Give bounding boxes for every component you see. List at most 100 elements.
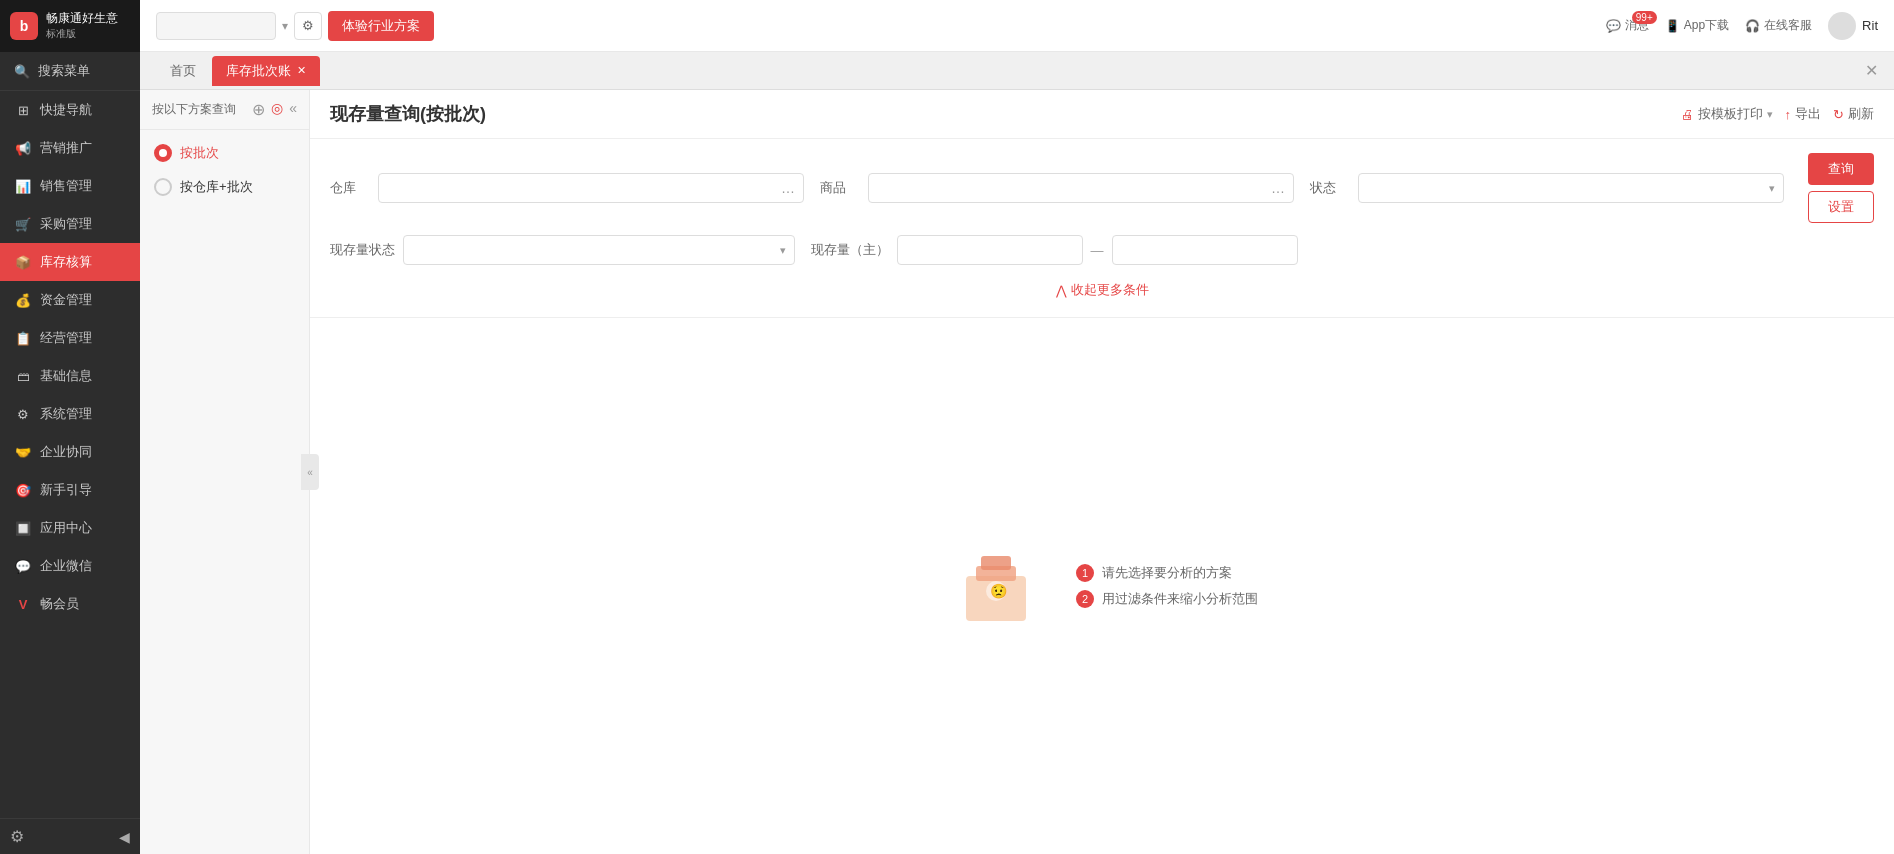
topbar-search-input[interactable] — [156, 12, 276, 40]
sidebar-item-newbie[interactable]: 🎯 新手引导 — [0, 471, 140, 509]
sidebar-item-member[interactable]: V 畅会员 — [0, 585, 140, 623]
print-label: 按模板打印 — [1698, 105, 1763, 123]
tabbar: 首页 库存批次账 ✕ ✕ — [140, 52, 1894, 90]
query-button[interactable]: 查询 — [1808, 153, 1874, 185]
refresh-button[interactable]: ↻ 刷新 — [1833, 105, 1874, 123]
print-chevron-icon[interactable]: ▾ — [1767, 108, 1773, 121]
scheme-list: 按批次 按仓库+批次 — [140, 130, 309, 854]
svg-rect-2 — [981, 556, 1011, 570]
scheme-panel-title: 按以下方案查询 — [152, 101, 236, 118]
collapse-sidebar-icon[interactable]: ◀ — [119, 829, 130, 845]
sidebar-item-purchase[interactable]: 🛒 采购管理 — [0, 205, 140, 243]
filter-row-2: 现存量状态 ▾ 现存量（主） — — [330, 235, 1874, 265]
empty-state: 😟 1 请先选择要分析的方案 2 用过滤条件来缩小分析范围 — [310, 318, 1894, 854]
user-profile-button[interactable]: Rit — [1828, 12, 1878, 40]
print-button[interactable]: 🖨 按模板打印 ▾ — [1681, 105, 1773, 123]
product-input[interactable]: … — [868, 173, 1294, 203]
tab-close-icon[interactable]: ✕ — [297, 64, 306, 77]
warehouse-dots-icon[interactable]: … — [773, 180, 803, 196]
experience-button[interactable]: 体验行业方案 — [328, 11, 434, 41]
tab-home-label: 首页 — [170, 62, 196, 80]
sidebar-item-sales[interactable]: 📊 销售管理 — [0, 167, 140, 205]
export-button[interactable]: ↑ 导出 — [1785, 105, 1822, 123]
product-text-input[interactable] — [869, 181, 1263, 196]
collapse-label: 收起更多条件 — [1071, 281, 1149, 299]
sidebar-item-label: 新手引导 — [40, 481, 92, 499]
empty-tips: 1 请先选择要分析的方案 2 用过滤条件来缩小分析范围 — [1076, 564, 1258, 608]
scheme-settings-icon[interactable]: ◎ — [271, 100, 283, 119]
collapse-chevron-icon: ⋀ — [1056, 283, 1067, 298]
sidebar-item-label: 快捷导航 — [40, 101, 92, 119]
product-dots-icon[interactable]: … — [1263, 180, 1293, 196]
empty-tip-2: 2 用过滤条件来缩小分析范围 — [1076, 590, 1258, 608]
action-buttons: 查询 设置 — [1808, 153, 1874, 223]
status-select[interactable]: ▾ — [1358, 173, 1784, 203]
app-subtitle: 标准版 — [46, 27, 118, 41]
search-label: 搜索菜单 — [38, 62, 90, 80]
quick-nav-icon: ⊞ — [14, 101, 32, 119]
sidebar-item-marketing[interactable]: 📢 营销推广 — [0, 129, 140, 167]
online-service-button[interactable]: 🎧 在线客服 — [1745, 17, 1812, 34]
newbie-icon: 🎯 — [14, 481, 32, 499]
sidebar-item-label: 企业协同 — [40, 443, 92, 461]
scheme-panel-header: 按以下方案查询 ⊕ ◎ « — [140, 90, 309, 130]
sidebar-item-label: 销售管理 — [40, 177, 92, 195]
inventory-status-select[interactable]: ▾ — [403, 235, 795, 265]
inventory-qty-to-input[interactable] — [1112, 235, 1298, 265]
sidebar-item-appstore[interactable]: 🔲 应用中心 — [0, 509, 140, 547]
tab-close-all-icon[interactable]: ✕ — [1865, 61, 1878, 80]
topbar-gear-button[interactable]: ⚙ — [294, 12, 322, 40]
scheme-radio-inactive — [154, 178, 172, 196]
operations-icon: 📋 — [14, 329, 32, 347]
svg-text:😟: 😟 — [990, 583, 1008, 600]
sidebar-item-system[interactable]: ⚙ 系统管理 — [0, 395, 140, 433]
sales-icon: 📊 — [14, 177, 32, 195]
content-area: 按以下方案查询 ⊕ ◎ « 按批次 按仓库+批次 — [140, 90, 1894, 854]
messages-button[interactable]: 💬 消息 99+ — [1606, 17, 1649, 34]
headset-icon: 🎧 — [1745, 19, 1760, 33]
sidebar-nav: ⊞ 快捷导航 📢 营销推广 📊 销售管理 🛒 采购管理 📦 库存核算 💰 资金管… — [0, 91, 140, 818]
collapse-arrow-button[interactable]: « — [301, 454, 319, 490]
topbar: ▾ ⚙ 体验行业方案 💬 消息 99+ 📱 App下载 🎧 在线客服 Rit — [140, 0, 1894, 52]
refresh-label: 刷新 — [1848, 105, 1874, 123]
tab-inventory-batch[interactable]: 库存批次账 ✕ — [212, 56, 320, 86]
enterprise-icon: 🤝 — [14, 443, 32, 461]
sidebar-item-operations[interactable]: 📋 经营管理 — [0, 319, 140, 357]
messages-badge: 99+ — [1632, 11, 1657, 24]
settings-icon[interactable]: ⚙ — [10, 827, 24, 846]
topbar-chevron-icon[interactable]: ▾ — [282, 19, 288, 33]
warehouse-label: 仓库 — [330, 179, 370, 197]
system-icon: ⚙ — [14, 405, 32, 423]
warehouse-input[interactable]: … — [378, 173, 804, 203]
tip-2-number: 2 — [1076, 590, 1094, 608]
status-filter-group: 状态 ▾ — [1310, 173, 1784, 203]
scheme-radio-active — [154, 144, 172, 162]
sidebar-item-wechat[interactable]: 💬 企业微信 — [0, 547, 140, 585]
sidebar-search[interactable]: 🔍 搜索菜单 — [0, 52, 140, 91]
warehouse-text-input[interactable] — [379, 181, 773, 196]
sidebar-footer: ⚙ ◀ — [0, 818, 140, 854]
scheme-item-by-batch[interactable]: 按批次 — [140, 136, 309, 170]
sidebar-item-finance[interactable]: 💰 资金管理 — [0, 281, 140, 319]
search-icon: 🔍 — [14, 64, 30, 79]
collapse-filter-button[interactable]: ⋀ 收起更多条件 — [330, 277, 1874, 303]
page-title: 现存量查询(按批次) — [330, 102, 486, 126]
add-scheme-icon[interactable]: ⊕ — [252, 100, 265, 119]
member-icon: V — [14, 595, 32, 613]
main-right-content: 现存量查询(按批次) 🖨 按模板打印 ▾ ↑ 导出 ↻ 刷新 — [310, 90, 1894, 854]
status-label: 状态 — [1310, 179, 1350, 197]
inventory-qty-from-input[interactable] — [897, 235, 1083, 265]
tip-1-text: 请先选择要分析的方案 — [1102, 564, 1232, 582]
sidebar-item-label: 应用中心 — [40, 519, 92, 537]
collapse-panel-icon[interactable]: « — [289, 100, 297, 119]
warehouse-filter-group: 仓库 … — [330, 173, 804, 203]
sidebar-item-inventory[interactable]: 📦 库存核算 — [0, 243, 140, 281]
app-download-button[interactable]: 📱 App下载 — [1665, 17, 1729, 34]
inventory-status-label: 现存量状态 — [330, 241, 395, 259]
tab-home[interactable]: 首页 — [156, 56, 210, 86]
sidebar-item-enterprise[interactable]: 🤝 企业协同 — [0, 433, 140, 471]
settings-button[interactable]: 设置 — [1808, 191, 1874, 223]
sidebar-item-basic[interactable]: 🗃 基础信息 — [0, 357, 140, 395]
sidebar-item-quick-nav[interactable]: ⊞ 快捷导航 — [0, 91, 140, 129]
scheme-item-by-warehouse-batch[interactable]: 按仓库+批次 — [140, 170, 309, 204]
